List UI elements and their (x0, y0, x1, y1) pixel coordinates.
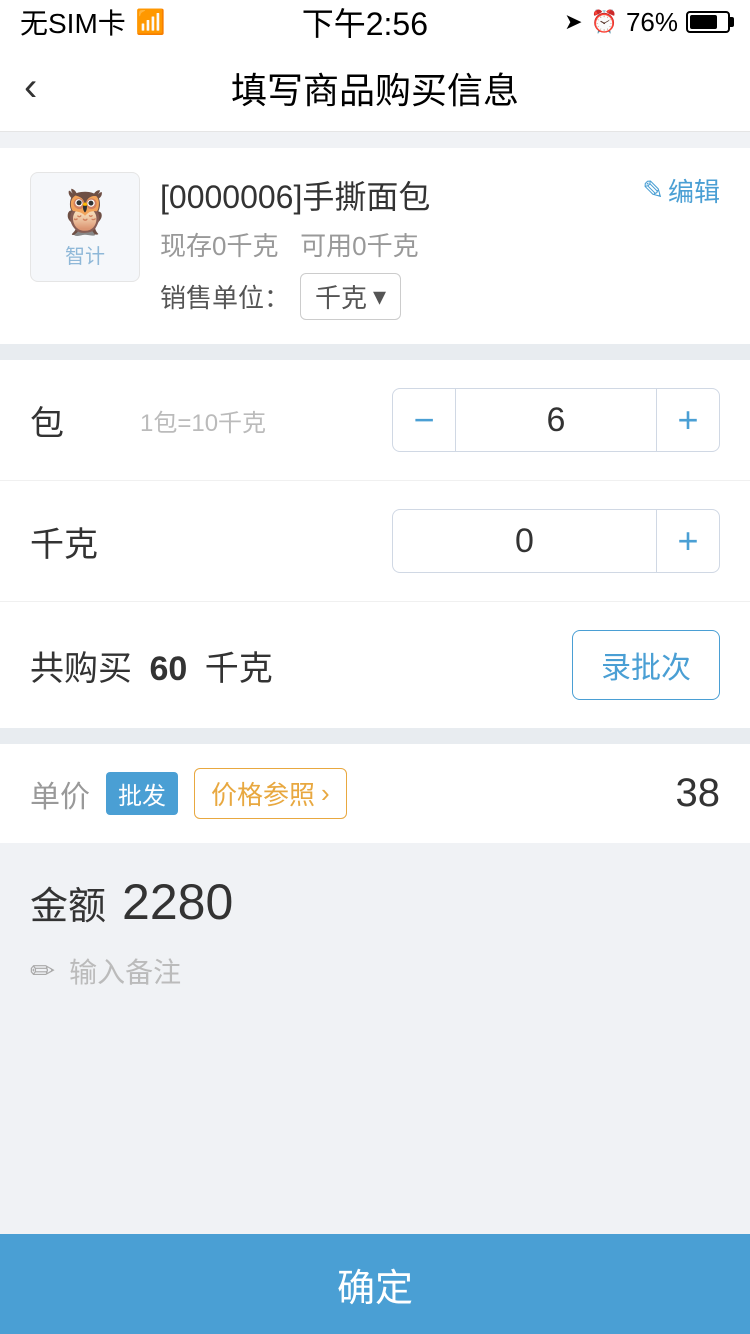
price-value: 38 (676, 771, 721, 816)
amount-section: 金额 2280 ✏ 输入备注 (0, 843, 750, 1021)
price-type-tag: 批发 (106, 772, 178, 815)
amount-row: 金额 2280 (30, 873, 720, 931)
pack-controls: − + (392, 388, 720, 452)
kg-label: 千克 (30, 517, 130, 566)
status-time: 下午2:56 (302, 0, 428, 45)
chevron-right-icon: › (321, 778, 330, 809)
kg-plus-button[interactable]: + (656, 509, 720, 573)
dropdown-icon: ▾ (373, 281, 386, 312)
owl-icon: 🦉 (58, 186, 113, 238)
confirm-button[interactable]: 确定 (0, 1234, 750, 1334)
back-button[interactable]: ‹ (24, 65, 37, 110)
kg-controls: + (392, 509, 720, 573)
summary-text: 共购买 60 千克 (30, 641, 273, 690)
product-info: [0000006]手撕面包 现存0千克 可用0千克 销售单位： 千克 ▾ (160, 172, 622, 320)
pack-minus-button[interactable]: − (392, 388, 456, 452)
section-divider-1 (0, 344, 750, 360)
carrier-text: 无SIM卡 (20, 2, 126, 42)
battery-icon (686, 11, 730, 33)
pack-plus-button[interactable]: + (656, 388, 720, 452)
pack-quantity-input[interactable] (456, 388, 656, 452)
status-right: ➤ ⏰ 76% (564, 7, 730, 38)
product-unit-row: 销售单位： 千克 ▾ (160, 273, 622, 320)
section-divider-2 (0, 728, 750, 744)
price-label: 单价 (30, 772, 90, 816)
logo-text: 智计 (65, 240, 105, 269)
edit-icon: ✎ (642, 175, 664, 206)
status-bar: 无SIM卡 📶 下午2:56 ➤ ⏰ 76% (0, 0, 750, 44)
product-image: 🦉 智计 (30, 172, 140, 282)
product-card: 🦉 智计 [0000006]手撕面包 现存0千克 可用0千克 销售单位： 千克 … (0, 148, 750, 344)
amount-value: 2280 (122, 873, 233, 931)
batch-button[interactable]: 录批次 (572, 630, 720, 700)
price-section: 单价 批发 价格参照 › 38 (0, 744, 750, 843)
product-actions: ✎ 编辑 (642, 172, 720, 209)
kg-input-row: 千克 + (0, 481, 750, 602)
price-reference-button[interactable]: 价格参照 › (194, 768, 347, 819)
wifi-icon: 📶 (136, 8, 166, 37)
content-spacer (0, 1021, 750, 1234)
kg-quantity-input[interactable] (392, 509, 656, 573)
nav-bar: ‹ 填写商品购买信息 (0, 44, 750, 132)
alarm-icon: ⏰ (591, 9, 618, 35)
edit-button[interactable]: ✎ 编辑 (642, 172, 720, 209)
location-icon: ➤ (564, 9, 582, 35)
product-stock: 现存0千克 可用0千克 (160, 226, 622, 263)
summary-row: 共购买 60 千克 录批次 (0, 602, 750, 728)
page-title: 填写商品购买信息 (231, 62, 519, 114)
status-carrier: 无SIM卡 📶 (20, 2, 166, 42)
pack-hint: 1包=10千克 (140, 403, 266, 438)
total-quantity: 60 (149, 650, 187, 688)
pack-label: 包 (30, 396, 130, 445)
remark-row[interactable]: ✏ 输入备注 (30, 951, 720, 1021)
product-name: [0000006]手撕面包 (160, 172, 622, 218)
remark-placeholder: 输入备注 (69, 951, 181, 991)
unit-select[interactable]: 千克 ▾ (300, 273, 401, 320)
amount-label: 金额 (30, 875, 106, 930)
battery-percent: 76% (626, 7, 678, 38)
pencil-icon: ✏ (30, 954, 55, 989)
pack-input-row: 包 1包=10千克 − + (0, 360, 750, 481)
input-section: 包 1包=10千克 − + 千克 + (0, 360, 750, 602)
unit-label: 销售单位： (160, 278, 290, 315)
